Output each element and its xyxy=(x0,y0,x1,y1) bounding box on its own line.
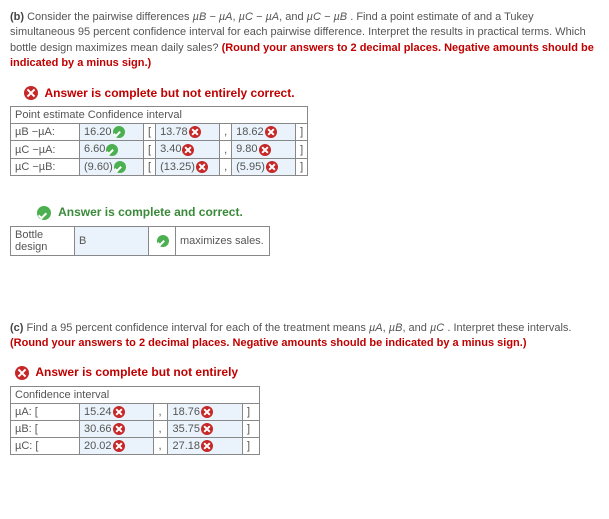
bracket: ] xyxy=(296,141,308,158)
table3-header: Confidence interval xyxy=(11,387,260,404)
muC-muB-sym: µC − µB xyxy=(307,11,348,23)
comma: , xyxy=(220,124,232,141)
incomplete-banner-text: Answer is complete but not entirely corr… xyxy=(45,86,295,100)
comma: , xyxy=(220,158,232,175)
row-label: µC: [ xyxy=(11,438,80,455)
table1-header: Point estimate Confidence interval xyxy=(11,107,308,124)
bracket: ] xyxy=(243,404,260,421)
muB-muA-sym: µB − µA xyxy=(193,11,233,23)
bracket: ] xyxy=(243,421,260,438)
muC-sym: µC xyxy=(430,322,444,334)
input-cell[interactable]: (5.95) xyxy=(232,158,296,175)
muA-sym: µA xyxy=(369,322,383,334)
input-cell[interactable]: 18.76 xyxy=(168,404,243,421)
incomplete-banner-1: Answer is complete but not entirely corr… xyxy=(11,82,308,107)
x-icon xyxy=(113,423,125,435)
bracket: [ xyxy=(144,141,156,158)
row-label: µC −µB: xyxy=(11,158,80,175)
input-cell[interactable]: 9.80 xyxy=(232,141,296,158)
x-icon xyxy=(265,126,277,138)
partC-label: (c) xyxy=(10,322,23,334)
check-icon xyxy=(113,126,125,138)
bracket: [ xyxy=(144,158,156,175)
x-icon xyxy=(266,161,278,173)
bottle-design-table: Answer is complete and correct. Bottle d… xyxy=(10,201,270,256)
bracket: ] xyxy=(296,158,308,175)
comma: , xyxy=(220,141,232,158)
x-icon xyxy=(182,144,194,156)
input-cell[interactable]: (13.25) xyxy=(156,158,220,175)
comma: , xyxy=(154,438,168,455)
partC-tail: . Interpret these intervals. xyxy=(447,322,571,334)
correct-banner-text: Answer is complete and correct. xyxy=(58,205,243,219)
input-cell[interactable]: 35.75 xyxy=(168,421,243,438)
input-cell[interactable]: 6.60 xyxy=(80,141,144,158)
x-icon xyxy=(189,126,201,138)
status-cell xyxy=(149,226,176,255)
input-cell[interactable]: 16.20 xyxy=(80,124,144,141)
bracket: [ xyxy=(144,124,156,141)
bracket: ] xyxy=(296,124,308,141)
table-row: µC: [ 20.02 , 27.18 ] xyxy=(11,438,260,455)
correct-banner: Answer is complete and correct. xyxy=(11,201,270,226)
bottle-design-label: Bottle design xyxy=(11,226,75,255)
check-icon xyxy=(37,206,51,220)
x-icon xyxy=(15,366,29,380)
check-icon xyxy=(157,235,169,247)
row-label: µA: [ xyxy=(11,404,80,421)
treatment-means-table: Answer is complete but not entirely Conf… xyxy=(10,361,260,455)
pairwise-table: Answer is complete but not entirely corr… xyxy=(10,82,308,176)
input-cell[interactable]: 20.02 xyxy=(80,438,154,455)
input-cell[interactable]: 30.66 xyxy=(80,421,154,438)
x-icon xyxy=(196,161,208,173)
partB-label: (b) xyxy=(10,11,24,23)
table-row: µA: [ 15.24 , 18.76 ] xyxy=(11,404,260,421)
row-label: µB: [ xyxy=(11,421,80,438)
input-cell[interactable]: 27.18 xyxy=(168,438,243,455)
table-row: Bottle design B maximizes sales. xyxy=(11,226,270,255)
check-icon xyxy=(114,161,126,173)
partC-text: Find a 95 percent confidence interval fo… xyxy=(27,322,369,334)
input-cell[interactable]: B xyxy=(75,226,149,255)
x-icon xyxy=(201,423,213,435)
check-icon xyxy=(106,144,118,156)
bracket: ] xyxy=(243,438,260,455)
input-cell[interactable]: 13.78 xyxy=(156,124,220,141)
x-icon xyxy=(201,406,213,418)
x-icon xyxy=(113,406,125,418)
x-icon xyxy=(113,440,125,452)
input-cell[interactable]: 18.62 xyxy=(232,124,296,141)
input-cell[interactable]: 15.24 xyxy=(80,404,154,421)
incomplete-banner-text-2: Answer is complete but not entirely xyxy=(35,365,238,379)
x-icon xyxy=(24,86,38,100)
x-icon xyxy=(201,440,213,452)
comma: , xyxy=(154,421,168,438)
input-cell[interactable]: 3.40 xyxy=(156,141,220,158)
incomplete-banner-2: Answer is complete but not entirely xyxy=(11,361,260,386)
table-row: µB: [ 30.66 , 35.75 ] xyxy=(11,421,260,438)
row-label: µB −µA: xyxy=(11,124,80,141)
muC-muA-sym: µC − µA xyxy=(239,11,280,23)
comma: , xyxy=(154,404,168,421)
partC-red-note: (Round your answers to 2 decimal places.… xyxy=(10,337,527,349)
input-cell[interactable]: (9.60) xyxy=(80,158,144,175)
table-row: µC −µB: (9.60) [ (13.25) , (5.95) ] xyxy=(11,158,308,175)
row-label: µC −µA: xyxy=(11,141,80,158)
table-row: µC −µA: 6.60 [ 3.40 , 9.80 ] xyxy=(11,141,308,158)
muB-sym: µB xyxy=(389,322,403,334)
partB-text1: Consider the pairwise differences xyxy=(27,11,193,23)
maximizes-label: maximizes sales. xyxy=(176,226,270,255)
partB-prompt: (b) Consider the pairwise differences µB… xyxy=(10,10,599,72)
table-row: µB −µA: 16.20 [ 13.78 , 18.62 ] xyxy=(11,124,308,141)
partC-prompt: (c) Find a 95 percent confidence interva… xyxy=(10,321,599,352)
x-icon xyxy=(259,144,271,156)
